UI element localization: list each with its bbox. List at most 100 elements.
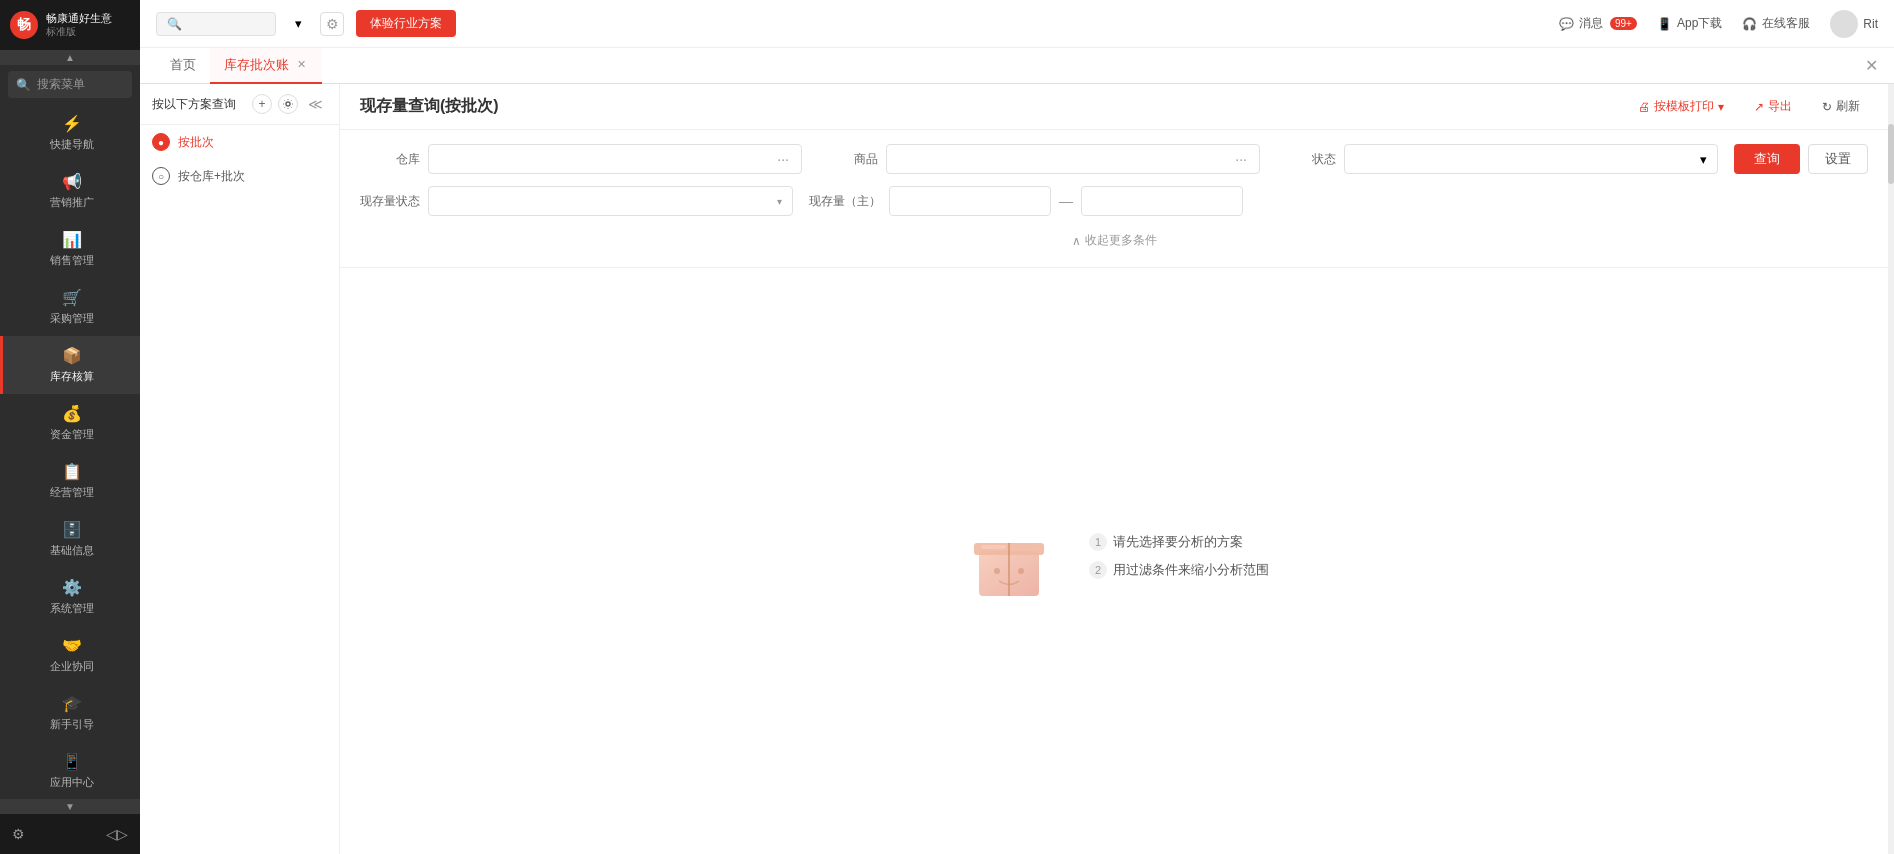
status-select[interactable]: ▾ (1344, 144, 1718, 174)
warehouse-input[interactable]: ··· (428, 144, 802, 174)
action-buttons: 查询 设置 (1734, 144, 1868, 174)
sidebar-item-finance[interactable]: 💰 资金管理 (0, 394, 140, 452)
step1-num: 1 (1089, 533, 1107, 551)
sidebar-item-newbie[interactable]: 🎓 新手引导 (0, 684, 140, 742)
phone-icon: 📱 (1657, 17, 1672, 31)
refresh-label: 刷新 (1836, 98, 1860, 115)
stock-status-dropdown-icon: ▾ (777, 196, 782, 207)
filter-scheme-by-batch[interactable]: ● 按批次 (140, 125, 339, 159)
export-button[interactable]: ↗ 导出 (1746, 94, 1800, 119)
tabs-bar: 首页 库存批次账 ✕ ✕ (140, 48, 1894, 84)
stock-qty-max-input[interactable] (1081, 186, 1243, 216)
tab-close-button[interactable]: ✕ (295, 58, 308, 71)
notifications-button[interactable]: 💬 消息 99+ (1559, 15, 1637, 32)
product-input[interactable]: ··· (886, 144, 1260, 174)
stock-qty-dash: — (1059, 193, 1073, 209)
close-tab-right-button[interactable]: ✕ (1865, 56, 1878, 75)
enterprise-icon: 🤝 (62, 636, 82, 655)
export-icon: ↗ (1754, 100, 1764, 114)
filter-panel-header: 按以下方案查询 + ≪ (140, 84, 339, 125)
settings-button[interactable]: 设置 (1808, 144, 1868, 174)
sidebar-item-shortcut[interactable]: ⚡ 快捷导航 (0, 104, 140, 162)
sidebar-scroll-down[interactable]: ▼ (0, 799, 140, 814)
sidebar-item-label: 营销推广 (50, 195, 94, 210)
refresh-icon: ↻ (1822, 100, 1832, 114)
tab-inventory-batch-label: 库存批次账 (224, 56, 289, 74)
user-name: Rit (1863, 17, 1878, 31)
scheme-icon-active: ● (152, 133, 170, 151)
sidebar-item-marketing[interactable]: 📢 营销推广 (0, 162, 140, 220)
print-template-button[interactable]: 🖨 按模板打印 ▾ (1630, 94, 1732, 119)
sidebar-item-system[interactable]: ⚙️ 系统管理 (0, 568, 140, 626)
query-button[interactable]: 查询 (1734, 144, 1800, 174)
sales-icon: 📊 (62, 230, 82, 249)
filter-panel-collapse[interactable]: ≪ (304, 94, 327, 114)
sidebar-item-label: 应用中心 (50, 775, 94, 790)
stock-qty-min-input[interactable] (889, 186, 1051, 216)
sidebar-item-operations[interactable]: 📋 经营管理 (0, 452, 140, 510)
sidebar-nav: ⚡ 快捷导航 📢 营销推广 📊 销售管理 🛒 采购管理 📦 库存核算 💰 资金管… (0, 104, 140, 799)
search-row-2: 现存量状态 ▾ 现存量（主） — (360, 186, 1868, 216)
inventory-icon: 📦 (62, 346, 82, 365)
page-header-actions: 🖨 按模板打印 ▾ ↗ 导出 ↻ 刷新 (1630, 94, 1868, 119)
sidebar-item-label: 经营管理 (50, 485, 94, 500)
settings-button[interactable]: ⚙ (8, 822, 29, 846)
filter-scheme-by-warehouse-batch[interactable]: ○ 按仓库+批次 (140, 159, 339, 193)
sidebar-item-purchase[interactable]: 🛒 采购管理 (0, 278, 140, 336)
online-service-button[interactable]: 🎧 在线客服 (1742, 15, 1810, 32)
finance-icon: 💰 (62, 404, 82, 423)
scheme-settings-button[interactable] (278, 94, 298, 114)
user-menu[interactable]: Rit (1830, 10, 1878, 38)
topbar-search-icon: 🔍 (167, 17, 182, 31)
stock-status-label: 现存量状态 (360, 193, 420, 210)
empty-state: 1 请先选择要分析的方案 2 用过滤条件来缩小分析范围 (340, 268, 1888, 854)
filter-panel: 按以下方案查询 + ≪ ● 按批次 ○ 按仓库+ (140, 84, 340, 854)
right-scrollbar (1888, 84, 1894, 854)
tab-home-label: 首页 (170, 56, 196, 74)
trial-button[interactable]: 体验行业方案 (356, 10, 456, 37)
appstore-icon: 📱 (62, 752, 82, 771)
sidebar-company-name: 畅康通好生意 (46, 11, 112, 25)
search-row-1: 仓库 ··· 商品 ··· 状态 (360, 144, 1868, 174)
marketing-icon: 📢 (62, 172, 82, 191)
stock-status-select[interactable]: ▾ (428, 186, 793, 216)
chevron-up-icon: ∧ (1072, 234, 1081, 248)
step2-num: 2 (1089, 561, 1107, 579)
sidebar-footer: ⚙ ◁▷ (0, 814, 140, 854)
tab-inventory-batch[interactable]: 库存批次账 ✕ (210, 48, 322, 84)
sidebar-header: 畅 畅康通好生意 标准版 (0, 0, 140, 50)
sidebar-search[interactable]: 🔍 搜索菜单 (8, 71, 132, 98)
app-download-button[interactable]: 📱 App下载 (1657, 15, 1722, 32)
export-label: 导出 (1768, 98, 1792, 115)
tab-home[interactable]: 首页 (156, 48, 210, 84)
sidebar-item-sales[interactable]: 📊 销售管理 (0, 220, 140, 278)
sidebar-item-appstore[interactable]: 📱 应用中心 (0, 742, 140, 799)
topbar: 🔍 ▾ ⚙ 体验行业方案 💬 消息 99+ 📱 App下载 🎧 在线客服 Rit (140, 0, 1894, 48)
warehouse-label: 仓库 (360, 151, 420, 168)
stock-status-field: 现存量状态 ▾ (360, 186, 793, 216)
scrollbar-thumb[interactable] (1888, 124, 1894, 184)
sidebar-edition: 标准版 (46, 25, 112, 39)
warehouse-dots-button[interactable]: ··· (775, 151, 791, 167)
sidebar-item-enterprise[interactable]: 🤝 企业协同 (0, 626, 140, 684)
filter-scheme-label: 按批次 (178, 134, 214, 151)
topbar-dropdown-icon[interactable]: ▾ (288, 14, 308, 34)
search-area: 仓库 ··· 商品 ··· 状态 (340, 130, 1888, 268)
topbar-search[interactable]: 🔍 (156, 12, 276, 36)
svg-point-5 (1018, 568, 1024, 574)
add-scheme-button[interactable]: + (252, 94, 272, 114)
product-dots-button[interactable]: ··· (1233, 151, 1249, 167)
status-label: 状态 (1276, 151, 1336, 168)
topbar-settings-icon[interactable]: ⚙ (320, 12, 344, 36)
svg-point-4 (994, 568, 1000, 574)
online-service-label: 在线客服 (1762, 15, 1810, 32)
refresh-button[interactable]: ↻ 刷新 (1814, 94, 1868, 119)
collapse-conditions-button[interactable]: ∧ 收起更多条件 (360, 228, 1868, 253)
empty-box-icon (959, 511, 1059, 611)
collapse-sidebar-button[interactable]: ◁▷ (102, 822, 132, 846)
sidebar-item-inventory[interactable]: 📦 库存核算 (0, 336, 140, 394)
sidebar-scroll-up[interactable]: ▲ (0, 50, 140, 65)
sidebar-item-basic[interactable]: 🗄️ 基础信息 (0, 510, 140, 568)
empty-text: 1 请先选择要分析的方案 2 用过滤条件来缩小分析范围 (1089, 533, 1269, 589)
sidebar-search-label: 搜索菜单 (37, 76, 85, 93)
